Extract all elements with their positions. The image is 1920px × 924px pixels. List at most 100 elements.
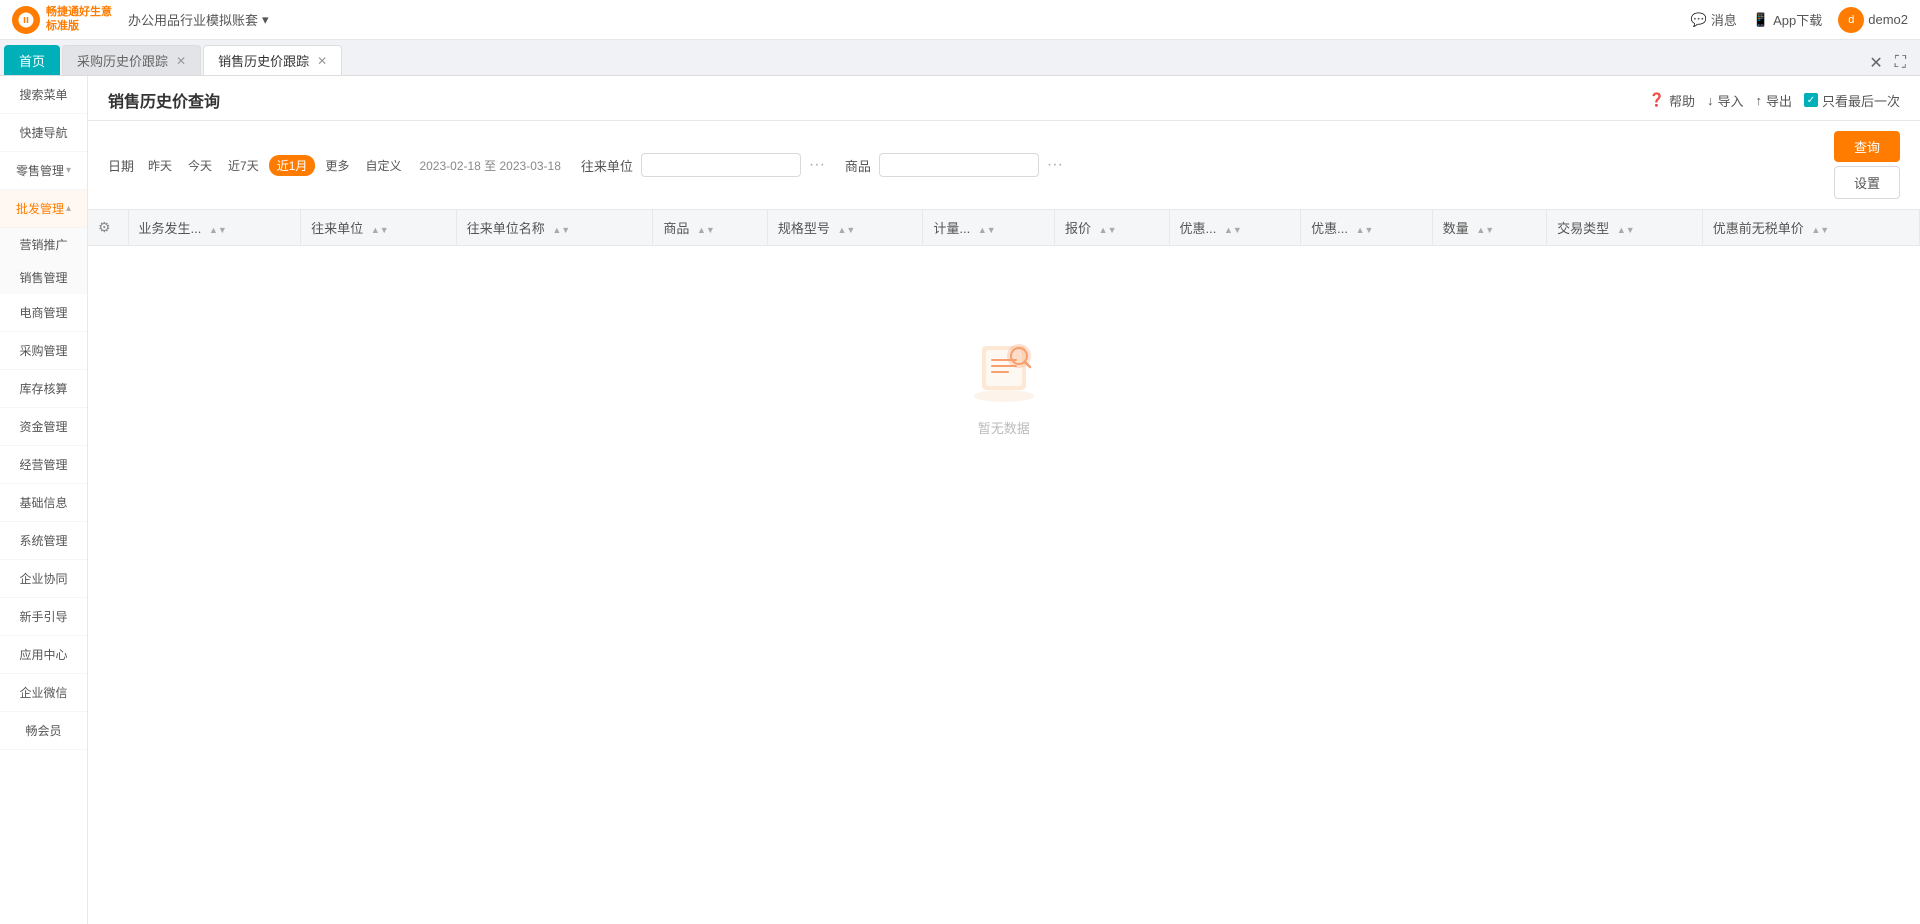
col-spec: 规格型号 ▲▼: [767, 210, 923, 246]
empty-illustration: [964, 326, 1044, 406]
sidebar-item-wholesale-mgmt[interactable]: 批发管理 ▴: [0, 190, 87, 228]
sidebar-item-basic-info[interactable]: 基础信息: [0, 484, 87, 522]
filter-date: 日期 昨天 今天 近7天 近1月 更多 自定义 2023-02-18 至 202…: [108, 155, 561, 176]
sort-icon[interactable]: ▲▼: [1224, 226, 1242, 235]
col-settings: ⚙: [88, 210, 128, 246]
tabbar-actions: ✕ ⛶: [1855, 51, 1920, 75]
sort-icon[interactable]: ▲▼: [1356, 226, 1374, 235]
maximize-btn[interactable]: ⛶: [1893, 52, 1908, 74]
shortcut-today[interactable]: 今天: [182, 155, 218, 176]
table-header: ⚙ 业务发生... ▲▼ 往来单位 ▲▼ 往来单位名称 ▲▼: [88, 210, 1920, 246]
sidebar-item-newbie[interactable]: 新手引导: [0, 598, 87, 636]
page-header: 销售历史价查询 ❓ 帮助 ↓ 导入 ↑ 导出: [88, 76, 1920, 121]
sidebar-item-inventory[interactable]: 库存核算: [0, 370, 87, 408]
query-button[interactable]: 查询: [1834, 131, 1900, 162]
shortcut-more[interactable]: 更多: [319, 155, 355, 176]
shortcut-custom[interactable]: 自定义: [359, 155, 407, 176]
sort-icon[interactable]: ▲▼: [209, 226, 227, 235]
tab-purchase-close[interactable]: ✕: [176, 54, 186, 68]
sort-icon[interactable]: ▲▼: [978, 226, 996, 235]
partner-label: 往来单位: [581, 156, 633, 175]
import-icon: ↓: [1707, 93, 1714, 108]
date-label: 日期: [108, 156, 134, 175]
date-range: 2023-02-18 至 2023-03-18: [419, 157, 560, 174]
chevron-down-icon: ▾: [262, 12, 269, 28]
app-name: 办公用品行业模拟账套: [128, 10, 258, 29]
tab-sales-close[interactable]: ✕: [317, 54, 327, 68]
only-last-checkbox[interactable]: 只看最后一次: [1804, 91, 1900, 110]
sidebar-item-quick-nav[interactable]: 快捷导航: [0, 114, 87, 152]
import-btn[interactable]: ↓ 导入: [1707, 91, 1744, 110]
topbar-left: 畅捷通好生意 标准版 办公用品行业模拟账套 ▾: [12, 6, 277, 34]
product-label: 商品: [845, 156, 871, 175]
sort-icon[interactable]: ▲▼: [371, 226, 389, 235]
chevron-up-icon: ▴: [66, 203, 71, 214]
sort-icon[interactable]: ▲▼: [697, 226, 715, 235]
tab-sales-label: 销售历史价跟踪: [218, 51, 309, 70]
column-settings-icon[interactable]: ⚙: [98, 219, 111, 235]
export-btn[interactable]: ↑ 导出: [1755, 91, 1792, 110]
sidebar-item-ecom-mgmt[interactable]: 电商管理: [0, 294, 87, 332]
col-partner-name: 往来单位名称 ▲▼: [456, 210, 653, 246]
date-shortcuts: 昨天 今天 近7天 近1月 更多 自定义: [142, 155, 407, 176]
partner-dots[interactable]: ···: [809, 156, 825, 174]
message-icon: 💬: [1691, 12, 1707, 28]
sort-icon[interactable]: ▲▼: [1811, 226, 1829, 235]
sidebar-item-sales-mgmt[interactable]: 销售管理: [0, 261, 87, 294]
sort-icon[interactable]: ▲▼: [1617, 226, 1635, 235]
export-icon: ↑: [1755, 93, 1762, 108]
sidebar-item-wechat[interactable]: 企业微信: [0, 674, 87, 712]
tab-purchase[interactable]: 采购历史价跟踪 ✕: [62, 45, 201, 75]
sort-icon[interactable]: ▲▼: [1099, 226, 1117, 235]
empty-state: 暂无数据: [88, 246, 1920, 517]
sidebar-item-vip[interactable]: 畅会员: [0, 712, 87, 750]
logo-area: 畅捷通好生意 标准版: [12, 6, 112, 34]
sidebar-item-purchase-mgmt[interactable]: 采购管理: [0, 332, 87, 370]
sidebar-item-apps[interactable]: 应用中心: [0, 636, 87, 674]
topbar: 畅捷通好生意 标准版 办公用品行业模拟账套 ▾ 💬 消息 📱 App下载 d d…: [0, 0, 1920, 40]
product-dots[interactable]: ···: [1047, 156, 1063, 174]
col-trade-type: 交易类型 ▲▼: [1547, 210, 1703, 246]
sort-icon[interactable]: ▲▼: [1476, 226, 1494, 235]
product-input[interactable]: [879, 153, 1039, 177]
col-biz-date: 业务发生... ▲▼: [128, 210, 301, 246]
message-btn[interactable]: 💬 消息: [1691, 10, 1737, 29]
sidebar-item-finance[interactable]: 资金管理: [0, 408, 87, 446]
sidebar-item-operations[interactable]: 经营管理: [0, 446, 87, 484]
tab-sales[interactable]: 销售历史价跟踪 ✕: [203, 45, 342, 75]
tab-purchase-label: 采购历史价跟踪: [77, 51, 168, 70]
col-discount-amount: 优惠... ▲▼: [1301, 210, 1433, 246]
shortcut-yesterday[interactable]: 昨天: [142, 155, 178, 176]
logo-text: 畅捷通好生意 标准版: [46, 6, 112, 32]
settings-button[interactable]: 设置: [1834, 166, 1900, 199]
close-tab-btn[interactable]: ✕: [1867, 51, 1884, 75]
sidebar-item-retail-mgmt[interactable]: 零售管理 ▾: [0, 152, 87, 190]
col-product: 商品 ▲▼: [653, 210, 767, 246]
filter-partner: 往来单位 ···: [581, 153, 825, 177]
help-icon: ❓: [1649, 92, 1665, 108]
filter-product: 商品 ···: [845, 153, 1063, 177]
shortcut-1month[interactable]: 近1月: [269, 155, 316, 176]
shortcut-7days[interactable]: 近7天: [222, 155, 265, 176]
sidebar-item-search-menu[interactable]: 搜索菜单: [0, 76, 87, 114]
sort-icon[interactable]: ▲▼: [838, 226, 856, 235]
partner-input[interactable]: [641, 153, 801, 177]
logo-icon: [12, 6, 40, 34]
sort-icon[interactable]: ▲▼: [552, 226, 570, 235]
table-body: 暂无数据: [88, 246, 1920, 518]
user-area[interactable]: d demo2: [1838, 7, 1908, 33]
sidebar-item-system[interactable]: 系统管理: [0, 522, 87, 560]
tab-home[interactable]: 首页: [4, 45, 60, 75]
tabbar: 首页 采购历史价跟踪 ✕ 销售历史价跟踪 ✕ ✕ ⛶: [0, 40, 1920, 76]
sidebar-item-marketing[interactable]: 营销推广: [0, 228, 87, 261]
checkbox-icon: [1804, 93, 1818, 107]
app-selector[interactable]: 办公用品行业模拟账套 ▾: [120, 6, 277, 33]
empty-text: 暂无数据: [978, 418, 1030, 437]
table-area: ⚙ 业务发生... ▲▼ 往来单位 ▲▼ 往来单位名称 ▲▼: [88, 210, 1920, 924]
sidebar-item-enterprise[interactable]: 企业协同: [0, 560, 87, 598]
filter-row: 日期 昨天 今天 近7天 近1月 更多 自定义 2023-02-18 至 202…: [108, 131, 1900, 199]
main-layout: 搜索菜单 快捷导航 零售管理 ▾ 批发管理 ▴ 营销推广 销售管理 电商管理 采…: [0, 76, 1920, 924]
help-btn[interactable]: ❓ 帮助: [1649, 91, 1695, 110]
app-download-btn[interactable]: 📱 App下载: [1753, 10, 1822, 29]
col-quantity: 数量 ▲▼: [1432, 210, 1546, 246]
